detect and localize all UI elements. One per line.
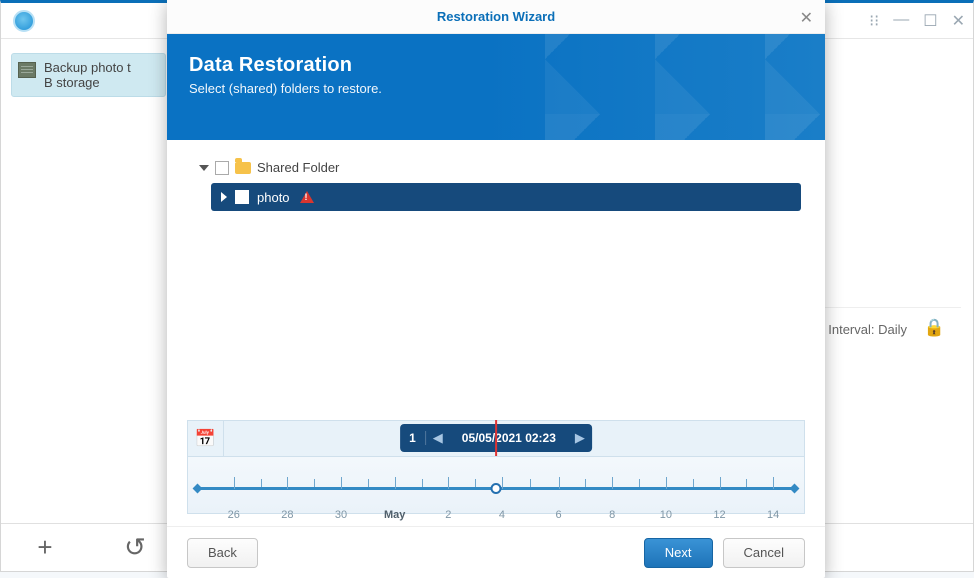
timeline-label: 14	[767, 509, 779, 521]
version-datetime: 05/05/2021 02:23	[450, 431, 568, 445]
banner-subtitle: Select (shared) folders to restore.	[189, 81, 803, 96]
root-checkbox[interactable]	[215, 161, 229, 175]
lock-icon[interactable]: 🔒	[924, 318, 945, 338]
backup-task-item[interactable]: Backup photo t B storage	[11, 53, 166, 97]
close-icon[interactable]: ✕	[800, 8, 813, 28]
child-label: photo	[257, 190, 290, 205]
add-button[interactable]: +	[15, 532, 75, 563]
timeline-label: 30	[335, 509, 347, 521]
root-label: Shared Folder	[257, 160, 339, 175]
window-menu-icon[interactable]: ⁝⁝	[869, 11, 879, 31]
cancel-button[interactable]: Cancel	[723, 538, 805, 568]
history-button[interactable]: ↺	[105, 532, 165, 563]
version-count: 1	[400, 431, 426, 445]
tree-child-row[interactable]: photo	[211, 183, 801, 211]
task-title-line2: B storage	[44, 75, 131, 90]
prev-version-button[interactable]: ◀	[426, 430, 450, 446]
app-logo-icon	[13, 10, 35, 32]
modal-footer: Back Next Cancel	[167, 526, 825, 578]
warning-icon	[300, 191, 314, 203]
timeline-label: 8	[609, 509, 615, 521]
timeline-label: 12	[713, 509, 725, 521]
calendar-button[interactable]: 📅	[188, 421, 224, 457]
expand-arrow-icon[interactable]	[199, 165, 209, 171]
timeline-label: 28	[281, 509, 293, 521]
timeline-label: 4	[499, 509, 505, 521]
window-minimize-icon[interactable]: —	[893, 11, 909, 31]
window-controls: ⁝⁝ — ☐ ✕	[869, 11, 965, 31]
banner-title: Data Restoration	[189, 54, 803, 77]
timeline-top: 📅 1 ◀ 05/05/2021 02:23 ▶	[187, 420, 805, 456]
restoration-wizard-modal: Restoration Wizard ✕ Data Restoration Se…	[167, 0, 825, 578]
task-title-line1: Backup photo t	[44, 60, 131, 75]
timeline-bubble: 1 ◀ 05/05/2021 02:23 ▶	[400, 424, 592, 452]
timeline-label: 26	[228, 509, 240, 521]
modal-title: Restoration Wizard	[437, 9, 555, 24]
task-calendar-icon	[18, 62, 36, 78]
expand-arrow-icon[interactable]	[221, 192, 227, 202]
timeline-label: 6	[556, 509, 562, 521]
modal-titlebar: Restoration Wizard ✕	[167, 0, 825, 34]
modal-banner: Data Restoration Select (shared) folders…	[167, 34, 825, 140]
sidebar: Backup photo t B storage	[1, 43, 166, 571]
timeline-label: 2	[445, 509, 451, 521]
child-checkbox[interactable]	[235, 190, 249, 204]
tree-root-row[interactable]: Shared Folder	[199, 160, 801, 175]
next-version-button[interactable]: ▶	[568, 430, 592, 446]
window-maximize-icon[interactable]: ☐	[923, 11, 937, 31]
next-button[interactable]: Next	[644, 538, 713, 568]
timeline-label: 10	[660, 509, 672, 521]
modal-body: Shared Folder photo	[167, 140, 825, 420]
timeline-axis-panel[interactable]: 262830May2468101214	[187, 456, 805, 514]
back-button[interactable]: Back	[187, 538, 258, 568]
timeline-marker[interactable]	[491, 483, 502, 494]
timeline-label: May	[384, 509, 405, 521]
folder-icon	[235, 162, 251, 174]
timeline: 📅 1 ◀ 05/05/2021 02:23 ▶ 262830May246810…	[187, 420, 805, 514]
window-close-icon[interactable]: ✕	[952, 11, 965, 31]
